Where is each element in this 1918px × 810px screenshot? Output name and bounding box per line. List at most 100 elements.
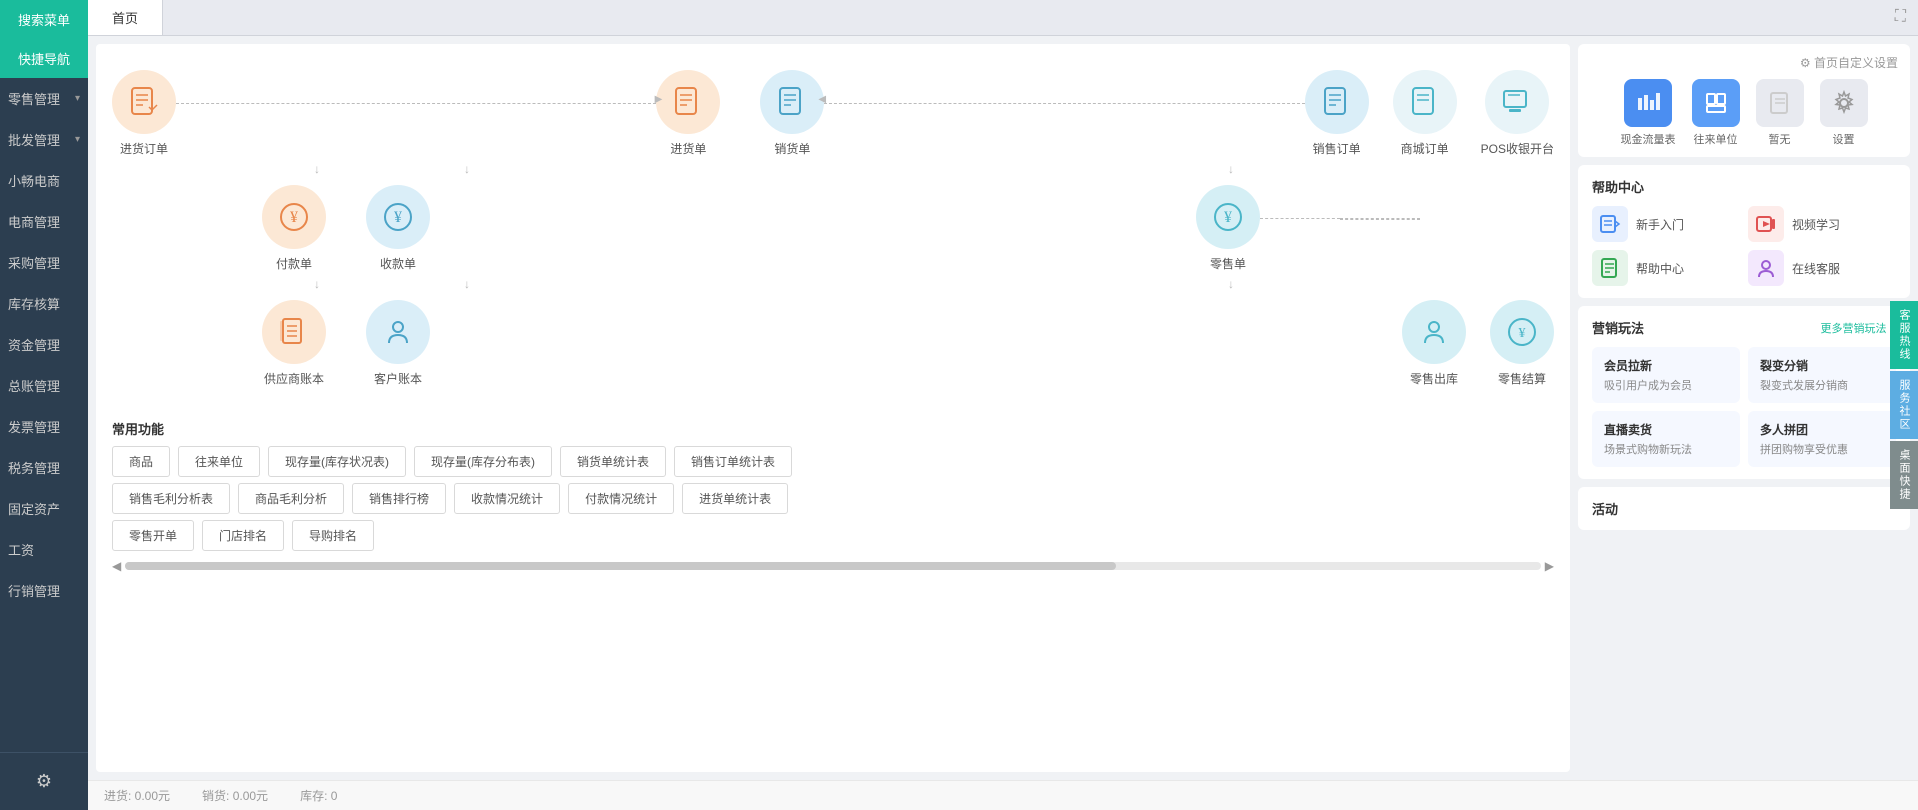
flow-node-shoukdan[interactable]: ¥ 收款单 <box>366 185 430 272</box>
main-area: 首页 ⛶ 进货订单 <box>88 0 1918 810</box>
func-btn-sales2[interactable]: 销售订单统计表 <box>674 446 792 477</box>
float-btn-hotline[interactable]: 客服热线 <box>1890 301 1918 369</box>
help-item-online[interactable]: 在线客服 <box>1748 250 1896 286</box>
sidebar-item-retail[interactable]: 零售管理 ▾ <box>0 78 88 119</box>
cashflow-icon <box>1624 79 1672 127</box>
help-item-newbie[interactable]: 新手入门 <box>1592 206 1740 242</box>
func-btn-goods[interactable]: 商品 <box>112 446 170 477</box>
quick-icon-units[interactable]: 往来单位 <box>1692 79 1740 147</box>
mkt-item-member[interactable]: 会员拉新 吸引用户成为会员 <box>1592 347 1740 403</box>
sidebar-item-assets[interactable]: 固定资产 <box>0 488 88 529</box>
gear-customize-icon: ⚙ <box>1800 56 1811 70</box>
sidebar-search[interactable]: 搜索菜单 <box>0 0 88 39</box>
bottom-info: 进货: 0.00元 销货: 0.00元 库存: 0 <box>88 780 1918 810</box>
content-area: 进货订单 ▶ 进货单 <box>88 36 1918 780</box>
sidebar-item-ecom[interactable]: 电商管理 <box>0 201 88 242</box>
func-btn-receipt[interactable]: 收款情况统计 <box>454 483 560 514</box>
svg-text:¥: ¥ <box>1519 326 1526 341</box>
flow-node-pos[interactable]: POS收银开台 <box>1481 70 1554 157</box>
units-icon <box>1692 79 1740 127</box>
customize-btn[interactable]: ⚙ 首页自定义设置 <box>1800 54 1898 71</box>
quick-icon-cashflow[interactable]: 现金流量表 <box>1621 79 1676 147</box>
chevron-down-icon: ▾ <box>75 134 80 145</box>
func-btn-profit2[interactable]: 商品毛利分析 <box>238 483 344 514</box>
scroll-left-icon[interactable]: ◀ <box>112 559 121 573</box>
help-grid: 新手入门 视频学习 帮助中心 <box>1592 206 1896 286</box>
bottom-purchase: 进货: 0.00元 <box>104 787 170 804</box>
marketing-more[interactable]: 更多营销玩法 > <box>1821 320 1896 336</box>
flow-node-khzb[interactable]: 客户账本 <box>366 300 430 387</box>
func-row-2: 销售毛利分析表 商品毛利分析 销售排行榜 收款情况统计 付款情况统计 进货单统计… <box>112 483 1554 514</box>
tab-home[interactable]: 首页 <box>88 0 163 35</box>
svg-text:¥: ¥ <box>290 209 298 226</box>
right-float: 客服热线 服务社区 桌面快捷 <box>1890 301 1918 509</box>
flow-node-gyschb[interactable]: 供应商账本 <box>262 300 326 387</box>
sidebar: 搜索菜单 快捷导航 零售管理 ▾ 批发管理 ▾ 小畅电商 电商管理 采购管理 库… <box>0 0 88 810</box>
flow-node-jhdan[interactable]: 进货单 <box>656 70 720 157</box>
scroll-track[interactable] <box>125 562 1541 570</box>
flow-node-fukdan[interactable]: ¥ 付款单 <box>262 185 326 272</box>
help-center-title: 帮助中心 <box>1592 177 1896 196</box>
func-btn-store-rank[interactable]: 门店排名 <box>202 520 284 551</box>
sidebar-item-purchase[interactable]: 采购管理 <box>0 242 88 283</box>
quick-icon-settings[interactable]: 设置 <box>1820 79 1868 147</box>
left-panel: 进货订单 ▶ 进货单 <box>96 44 1570 772</box>
float-btn-community[interactable]: 服务社区 <box>1890 371 1918 439</box>
activity-title: 活动 <box>1592 499 1896 518</box>
func-btn-retail-order[interactable]: 零售开单 <box>112 520 194 551</box>
help-center: 帮助中心 新手入门 视频学习 <box>1578 165 1910 298</box>
expand-icon[interactable]: ⛶ <box>1883 0 1918 35</box>
sidebar-nav-active[interactable]: 快捷导航 <box>0 39 88 78</box>
func-btn-rank[interactable]: 销售排行榜 <box>352 483 446 514</box>
func-btn-sales1[interactable]: 销货单统计表 <box>560 446 666 477</box>
sidebar-item-inventory[interactable]: 库存核算 <box>0 283 88 324</box>
chevron-down-icon: ▾ <box>75 93 80 104</box>
flow-node-lsjcal[interactable]: ¥ 零售结算 <box>1490 300 1554 387</box>
func-row-1: 商品 往来单位 现存量(库存状况表) 现存量(库存分布表) 销货单统计表 销售订… <box>112 446 1554 477</box>
bottom-inventory: 库存: 0 <box>300 787 337 804</box>
help-item-video[interactable]: 视频学习 <box>1748 206 1896 242</box>
svg-text:¥: ¥ <box>1224 209 1232 226</box>
func-btn-purchase[interactable]: 进货单统计表 <box>682 483 788 514</box>
flow-node-xsdingdan[interactable]: 销售订单 <box>1305 70 1369 157</box>
func-btn-payment[interactable]: 付款情况统计 <box>568 483 674 514</box>
sidebar-item-finance[interactable]: 资金管理 <box>0 324 88 365</box>
right-panel: ⚙ 首页自定义设置 现金流量表 往来单位 <box>1578 36 1918 780</box>
mkt-item-live[interactable]: 直播卖货 场景式购物新玩法 <box>1592 411 1740 467</box>
flow-node-jhdingdan[interactable]: 进货订单 <box>112 70 176 157</box>
float-btn-desktop[interactable]: 桌面快捷 <box>1890 441 1918 509</box>
sidebar-item-ecom-small[interactable]: 小畅电商 <box>0 160 88 201</box>
common-func-title: 常用功能 <box>112 419 1554 438</box>
sidebar-item-marketing[interactable]: 行销管理 <box>0 570 88 611</box>
flow-node-scdingdan[interactable]: 商城订单 <box>1393 70 1457 157</box>
func-btn-units[interactable]: 往来单位 <box>178 446 260 477</box>
sidebar-item-wholesale[interactable]: 批发管理 ▾ <box>0 119 88 160</box>
helpdoc-icon <box>1592 250 1628 286</box>
gear-icon[interactable]: ⚙ <box>0 763 88 800</box>
marketing-section: 营销玩法 更多营销玩法 > 会员拉新 吸引用户成为会员 裂变分销 裂变式发展分销… <box>1578 306 1910 479</box>
marketing-title: 营销玩法 <box>1592 318 1644 337</box>
bottom-sales: 销货: 0.00元 <box>202 787 268 804</box>
scroll-thumb <box>125 562 1116 570</box>
mkt-item-fission[interactable]: 裂变分销 裂变式发展分销商 <box>1748 347 1896 403</box>
scrollbar: ◀ ▶ <box>112 559 1554 573</box>
func-btn-inv1[interactable]: 现存量(库存状况表) <box>268 446 406 477</box>
scroll-right-icon[interactable]: ▶ <box>1545 559 1554 573</box>
flow-node-lsd[interactable]: ¥ 零售单 <box>1196 185 1260 272</box>
func-btn-guide-rank[interactable]: 导购排名 <box>292 520 374 551</box>
func-btn-profit1[interactable]: 销售毛利分析表 <box>112 483 230 514</box>
quick-icon-empty[interactable]: 暂无 <box>1756 79 1804 147</box>
func-row-3: 零售开单 门店排名 导购排名 <box>112 520 1554 551</box>
mkt-item-group[interactable]: 多人拼团 拼团购物享受优惠 <box>1748 411 1896 467</box>
sidebar-item-tax[interactable]: 税务管理 <box>0 447 88 488</box>
sidebar-item-ledger[interactable]: 总账管理 <box>0 365 88 406</box>
svg-text:¥: ¥ <box>394 209 402 226</box>
sidebar-item-invoice[interactable]: 发票管理 <box>0 406 88 447</box>
func-btn-inv2[interactable]: 现存量(库存分布表) <box>414 446 552 477</box>
flow-node-xhdan[interactable]: 销货单 <box>760 70 824 157</box>
online-service-icon <box>1748 250 1784 286</box>
sidebar-item-salary[interactable]: 工资 <box>0 529 88 570</box>
flow-node-lsck[interactable]: 零售出库 <box>1402 300 1466 387</box>
help-item-helpcenter[interactable]: 帮助中心 <box>1592 250 1740 286</box>
marketing-grid: 会员拉新 吸引用户成为会员 裂变分销 裂变式发展分销商 直播卖货 场景式购物新玩… <box>1592 347 1896 467</box>
